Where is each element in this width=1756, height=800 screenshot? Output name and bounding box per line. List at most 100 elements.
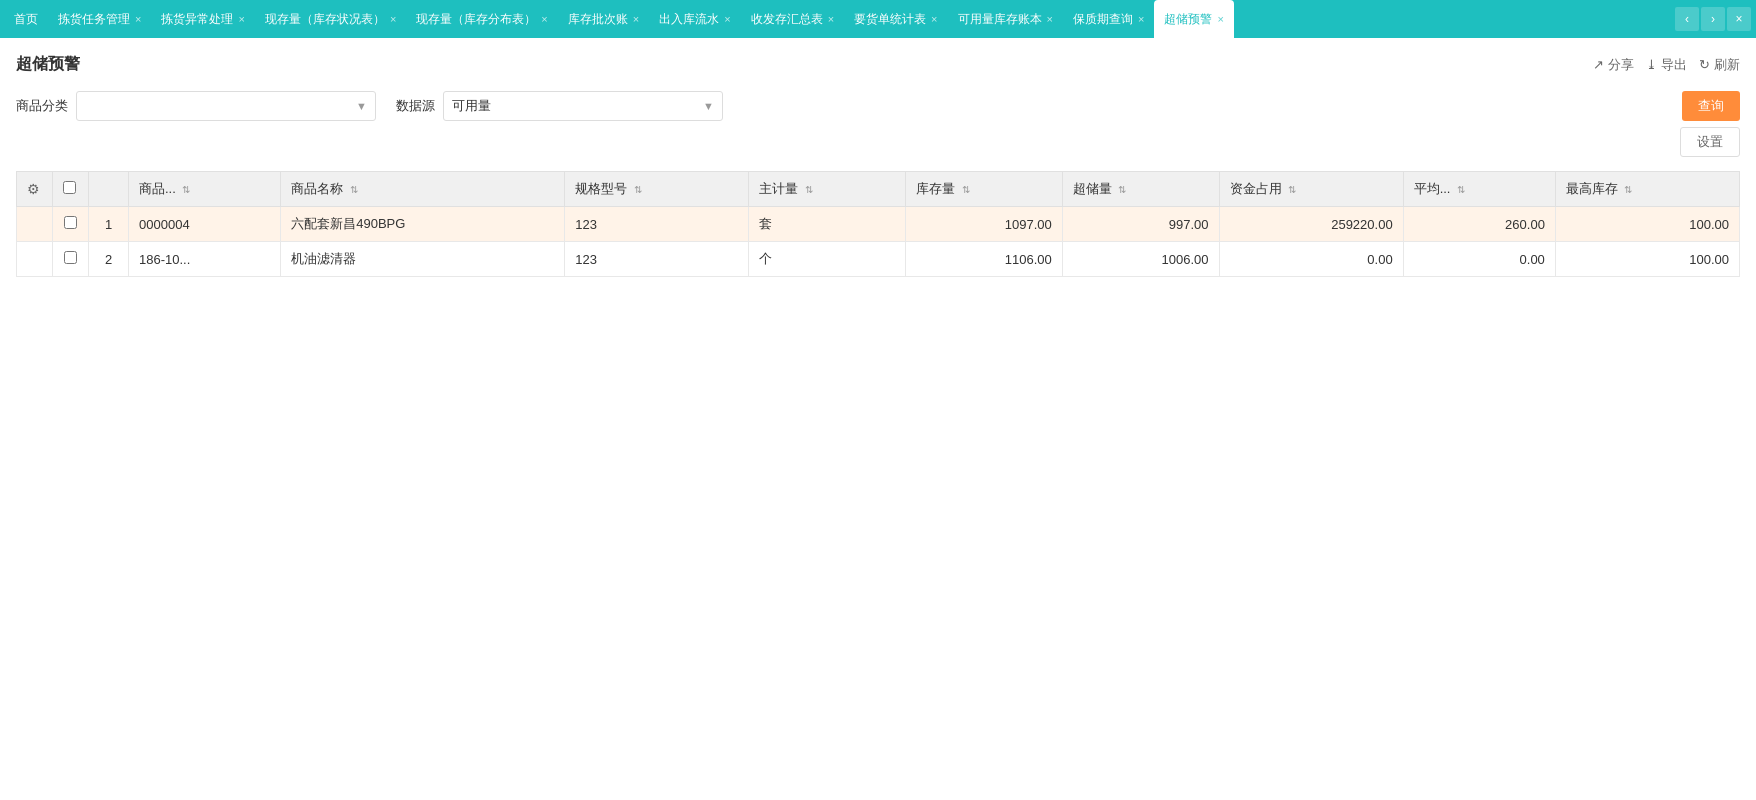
td-product-name: 六配套新昌490BPG [281,207,565,242]
tab-pick-task-label: 拣货任务管理 [58,11,130,28]
nav-arrows: ‹ › × [1674,7,1752,31]
category-label: 商品分类 [16,97,68,115]
category-select[interactable]: ▼ [76,91,376,121]
td-checkbox[interactable] [53,242,89,277]
th-product-code[interactable]: 商品... ⇅ [129,172,281,207]
td-settings [17,207,53,242]
td-max-stock: 100.00 [1555,242,1739,277]
tab-batch[interactable]: 库存批次账 × [558,0,649,38]
settings-button[interactable]: 设置 [1680,127,1740,157]
refresh-button[interactable]: ↻ 刷新 [1699,56,1740,74]
tab-stock-status-label: 现存量（库存状况表） [265,11,385,28]
chevron-down-icon: ▼ [703,100,714,112]
td-overstock: 997.00 [1062,207,1219,242]
close-icon[interactable]: × [828,13,834,25]
td-spec: 123 [565,207,749,242]
close-icon[interactable]: × [1217,13,1223,25]
tab-inout-label: 出入库流水 [659,11,719,28]
sort-icon[interactable]: ⇅ [182,184,190,195]
gear-icon[interactable]: ⚙ [27,181,40,197]
close-icon[interactable]: × [390,13,396,25]
th-unit[interactable]: 主计量 ⇅ [749,172,906,207]
th-avg[interactable]: 平均... ⇅ [1403,172,1555,207]
query-button[interactable]: 查询 [1682,91,1740,121]
category-filter: 商品分类 ▼ [16,91,376,121]
tab-summary[interactable]: 收发存汇总表 × [741,0,844,38]
data-table: ⚙ 商品... ⇅ 商品名称 ⇅ 规格型号 ⇅ [16,171,1740,277]
tab-batch-label: 库存批次账 [568,11,628,28]
td-capital: 259220.00 [1219,207,1403,242]
td-unit: 个 [749,242,906,277]
refresh-icon: ↻ [1699,57,1710,72]
sort-icon[interactable]: ⇅ [350,184,358,195]
tab-available-label: 可用量库存账本 [958,11,1042,28]
close-icon[interactable]: × [724,13,730,25]
th-spec[interactable]: 规格型号 ⇅ [565,172,749,207]
nav-close-all[interactable]: × [1727,7,1751,31]
th-overstock[interactable]: 超储量 ⇅ [1062,172,1219,207]
tab-stock-status[interactable]: 现存量（库存状况表） × [255,0,406,38]
tab-available[interactable]: 可用量库存账本 × [948,0,1063,38]
tab-order-stat[interactable]: 要货单统计表 × [844,0,947,38]
close-icon[interactable]: × [633,13,639,25]
datasource-select[interactable]: 可用量 ▼ [443,91,723,121]
sort-icon[interactable]: ⇅ [634,184,642,195]
sort-icon[interactable]: ⇅ [805,184,813,195]
close-icon[interactable]: × [238,13,244,25]
sort-icon[interactable]: ⇅ [1624,184,1632,195]
refresh-label: 刷新 [1714,56,1740,74]
tab-pick-task[interactable]: 拣货任务管理 × [48,0,151,38]
td-checkbox[interactable] [53,207,89,242]
close-icon[interactable]: × [541,13,547,25]
td-product-code: 0000004 [129,207,281,242]
tab-pick-exception[interactable]: 拣货异常处理 × [151,0,254,38]
sort-icon[interactable]: ⇅ [1118,184,1126,195]
share-button[interactable]: ↗ 分享 [1593,56,1634,74]
td-product-name: 机油滤清器 [281,242,565,277]
export-button[interactable]: ⤓ 导出 [1646,56,1687,74]
tab-overstock[interactable]: 超储预警 × [1154,0,1233,38]
page-content: 超储预警 ↗ 分享 ⤓ 导出 ↻ 刷新 商品分类 ▼ 数据源 [0,38,1756,800]
th-product-name[interactable]: 商品名称 ⇅ [281,172,565,207]
td-spec: 123 [565,242,749,277]
th-checkbox[interactable] [53,172,89,207]
close-icon[interactable]: × [931,13,937,25]
datasource-select-value: 可用量 [452,97,491,115]
tab-expiry[interactable]: 保质期查询 × [1063,0,1154,38]
td-overstock: 1006.00 [1062,242,1219,277]
td-num: 2 [89,242,129,277]
tab-stock-dist-label: 现存量（库存分布表） [416,11,536,28]
page-header: 超储预警 ↗ 分享 ⤓ 导出 ↻ 刷新 [16,54,1740,75]
export-label: 导出 [1661,56,1687,74]
tab-inout[interactable]: 出入库流水 × [649,0,740,38]
th-stock[interactable]: 库存量 ⇅ [906,172,1063,207]
row-checkbox[interactable] [64,251,77,264]
table-row: 1 0000004 六配套新昌490BPG 123 套 1097.00 997.… [17,207,1740,242]
nav-next-arrow[interactable]: › [1701,7,1725,31]
tab-stock-dist[interactable]: 现存量（库存分布表） × [406,0,557,38]
td-avg: 0.00 [1403,242,1555,277]
close-icon[interactable]: × [1047,13,1053,25]
select-all-checkbox[interactable] [63,181,76,194]
close-icon[interactable]: × [1138,13,1144,25]
td-capital: 0.00 [1219,242,1403,277]
th-num [89,172,129,207]
td-unit: 套 [749,207,906,242]
sort-icon[interactable]: ⇅ [962,184,970,195]
sort-icon[interactable]: ⇅ [1457,184,1465,195]
th-max-stock[interactable]: 最高库存 ⇅ [1555,172,1739,207]
chevron-down-icon: ▼ [356,100,367,112]
nav-prev-arrow[interactable]: ‹ [1675,7,1699,31]
td-max-stock: 100.00 [1555,207,1739,242]
datasource-label: 数据源 [396,97,435,115]
close-icon[interactable]: × [135,13,141,25]
tab-home[interactable]: 首页 [4,0,48,38]
tab-pick-exception-label: 拣货异常处理 [161,11,233,28]
td-product-code: 186-10... [129,242,281,277]
tab-home-label: 首页 [14,11,38,28]
row-checkbox[interactable] [64,216,77,229]
export-icon: ⤓ [1646,57,1657,72]
th-settings[interactable]: ⚙ [17,172,53,207]
sort-icon[interactable]: ⇅ [1288,184,1296,195]
th-capital[interactable]: 资金占用 ⇅ [1219,172,1403,207]
